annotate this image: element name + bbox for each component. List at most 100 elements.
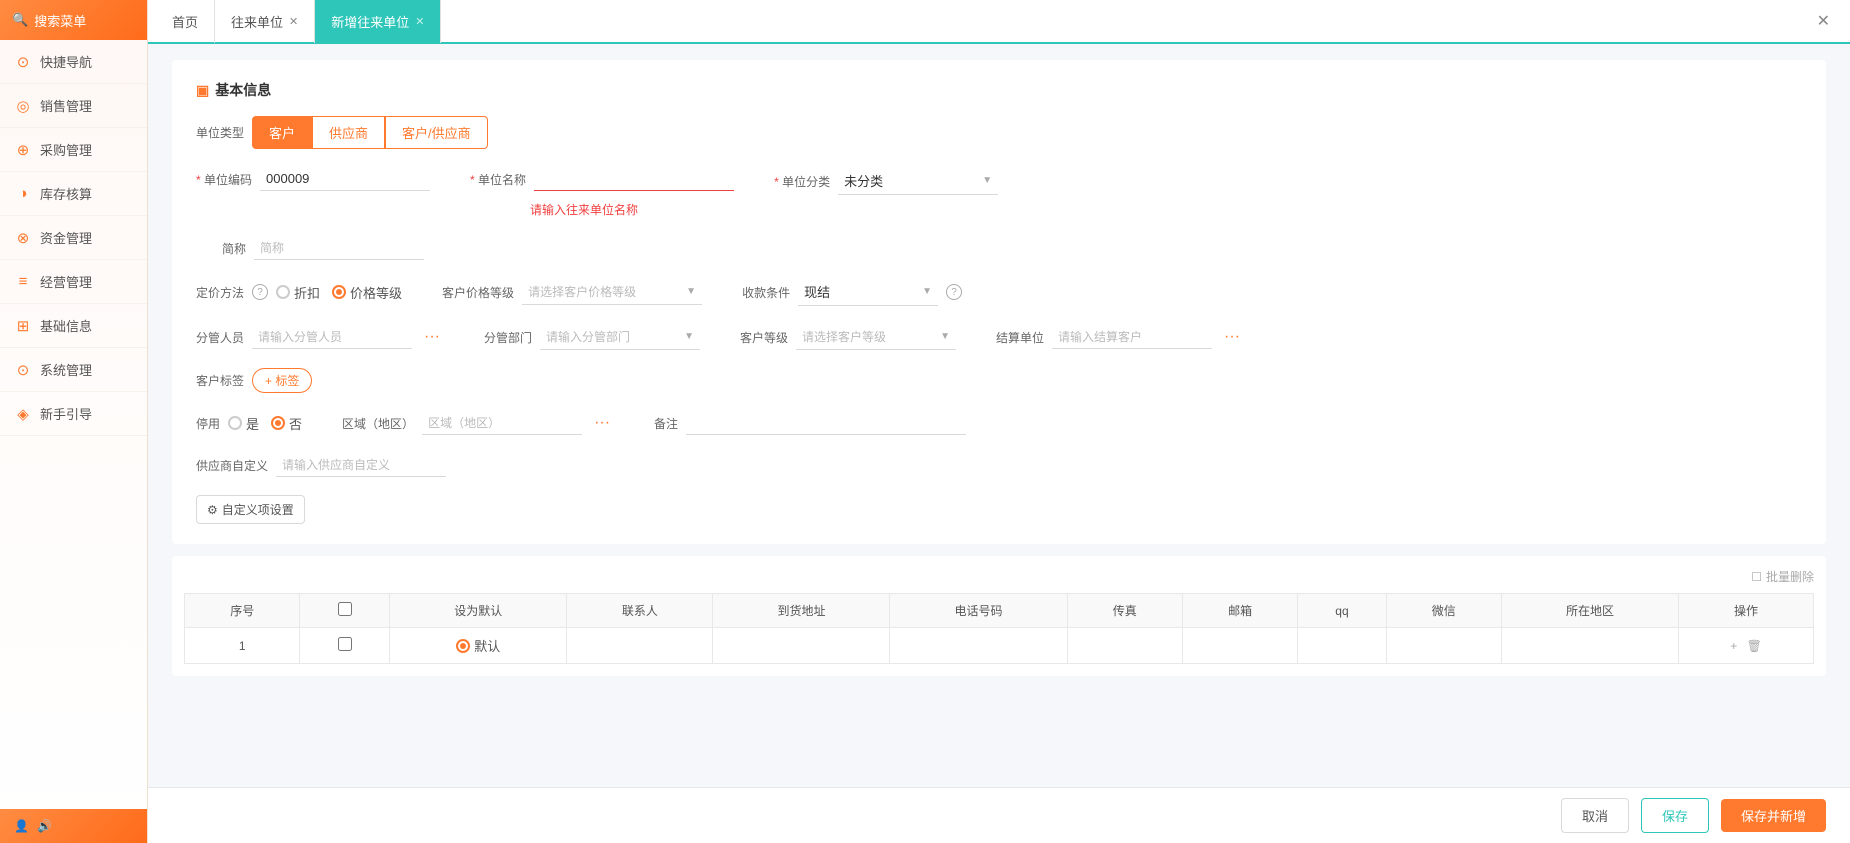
customer-price-placeholder: 请选择客户价格等级 [528,283,636,300]
cell-address [713,628,890,664]
type-btn-supplier[interactable]: 供应商 [312,116,385,149]
tab-home[interactable]: 首页 [156,0,215,43]
manager-more-btn[interactable]: ··· [420,328,444,346]
tab-home-label: 首页 [172,12,198,31]
disable-no-radio[interactable]: 否 [271,414,302,433]
supplier-custom-label: 供应商自定义 [196,457,268,474]
short-name-input[interactable] [254,236,424,260]
disable-label: 停用 [196,415,220,432]
custom-settings-button[interactable]: ⚙ 自定义项设置 [196,495,305,524]
default-radio-circle [456,639,470,653]
unit-category-select[interactable]: 未分类 ▼ [838,167,998,195]
sidebar-item-purchase[interactable]: ⊕ 采购管理 [0,128,147,172]
sidebar-item-label: 库存核算 [40,184,92,203]
remark-label: 备注 [654,415,678,432]
pricing-radio-price-level[interactable]: 价格等级 [332,283,402,302]
manager-label: 分管人员 [196,329,244,346]
customer-level-placeholder: 请选择客户等级 [802,328,886,345]
table-toolbar: ☐ 批量删除 [184,568,1814,585]
form-content: ▣ 基本信息 单位类型 客户 供应商 客户/供应商 单位编码 [148,44,1850,787]
cell-phone [890,628,1067,664]
operations-icon: ≡ [14,273,32,291]
type-btn-both[interactable]: 客户/供应商 [385,116,488,149]
sidebar-item-operations[interactable]: ≡ 经营管理 [0,260,147,304]
default-radio[interactable]: 默认 [400,636,556,655]
th-contact: 联系人 [567,594,713,628]
sidebar-item-label: 资金管理 [40,228,92,247]
unit-type-row: 单位类型 客户 供应商 客户/供应商 [196,116,1802,149]
radio-yes-label: 是 [246,414,259,433]
batch-delete-btn[interactable]: ☐ 批量删除 [1751,568,1814,585]
payment-help-icon[interactable]: ? [946,284,962,300]
unit-name-input[interactable] [534,167,734,191]
guide-icon: ◈ [14,405,32,423]
sidebar-item-quick-nav[interactable]: ⊙ 快捷导航 [0,40,147,84]
supplier-custom-input[interactable] [276,453,446,477]
default-label: 默认 [474,636,500,655]
save-new-button[interactable]: 保存并新增 [1721,799,1826,832]
sidebar-item-guide[interactable]: ◈ 新手引导 [0,392,147,436]
region-input[interactable] [422,411,582,435]
department-group: 分管部门 请输入分管部门 ▼ [484,324,700,350]
settlement-input[interactable] [1052,325,1212,349]
sidebar-item-inventory[interactable]: ◑ 库存核算 [0,172,147,216]
payment-terms-select[interactable]: 现结 ▼ [798,278,938,306]
region-label: 区域（地区） [342,415,414,432]
type-btn-customer[interactable]: 客户 [252,116,312,149]
th-wechat: 微信 [1386,594,1501,628]
cell-qq [1298,628,1386,664]
sidebar-item-sales[interactable]: ◎ 销售管理 [0,84,147,128]
region-more-btn[interactable]: ··· [590,414,614,432]
th-default: 设为默认 [390,594,567,628]
radio-price-level-label: 价格等级 [350,283,402,302]
manager-group: 分管人员 ··· [196,325,444,349]
unit-type-buttons: 客户 供应商 客户/供应商 [252,116,488,149]
radio-circle-discount [276,285,290,299]
department-select[interactable]: 请输入分管部门 ▼ [540,324,700,350]
sidebar-item-basic[interactable]: ⊞ 基础信息 [0,304,147,348]
radio-no-circle [271,416,285,430]
tab-units[interactable]: 往来单位 ✕ [215,0,315,43]
sidebar-search[interactable]: 🔍 搜索菜单 [0,0,147,40]
th-address: 到货地址 [713,594,890,628]
tab-new-unit-close[interactable]: ✕ [415,15,424,28]
th-actions: 操作 [1679,594,1814,628]
pricing-radio-group: 折扣 价格等级 [276,283,402,302]
manager-input[interactable] [252,325,412,349]
th-qq: qq [1298,594,1386,628]
section-title: ▣ 基本信息 [196,80,1802,100]
delete-row-btn[interactable]: 🗑 [1747,639,1762,653]
remark-input[interactable] [686,411,966,435]
disable-yes-radio[interactable]: 是 [228,414,259,433]
disable-radio-group: 是 否 [228,414,302,433]
customer-level-select[interactable]: 请选择客户等级 ▼ [796,324,956,350]
select-all-checkbox[interactable] [338,602,352,616]
section-title-text: 基本信息 [215,80,271,100]
cancel-button[interactable]: 取消 [1561,798,1629,833]
basic-icon: ⊞ [14,317,32,335]
volume-icon: 🔊 [37,819,52,833]
main-content: 首页 往来单位 ✕ 新增往来单位 ✕ ✕ ▣ 基本信息 单位类型 [148,0,1850,843]
cell-checkbox [300,628,390,664]
add-tag-button[interactable]: + 标签 [252,368,312,393]
region-group: 区域（地区） ··· [342,411,614,435]
save-button[interactable]: 保存 [1641,798,1709,833]
add-row-btn[interactable]: + [1730,639,1737,653]
unit-code-input[interactable] [260,167,430,191]
settlement-more-btn[interactable]: ··· [1220,328,1244,346]
window-close-button[interactable]: ✕ [1805,11,1842,31]
customer-price-select[interactable]: 请选择客户价格等级 ▼ [522,279,702,305]
settlement-group: 结算单位 ··· [996,325,1244,349]
pricing-method-group: 定价方法 ? 折扣 价格等级 [196,283,402,302]
sidebar-item-finance[interactable]: ⊗ 资金管理 [0,216,147,260]
tab-new-unit[interactable]: 新增往来单位 ✕ [315,0,441,43]
cell-seq: 1 [185,628,300,664]
pricing-help-icon[interactable]: ? [252,284,268,300]
sidebar-item-system[interactable]: ⊙ 系统管理 [0,348,147,392]
row-checkbox[interactable] [338,637,352,651]
search-icon: 🔍 [12,12,28,28]
pricing-radio-discount[interactable]: 折扣 [276,283,320,302]
pricing-row: 定价方法 ? 折扣 价格等级 客户价格等级 [196,278,1802,306]
tab-units-close[interactable]: ✕ [289,15,298,28]
sidebar-item-label: 采购管理 [40,140,92,159]
